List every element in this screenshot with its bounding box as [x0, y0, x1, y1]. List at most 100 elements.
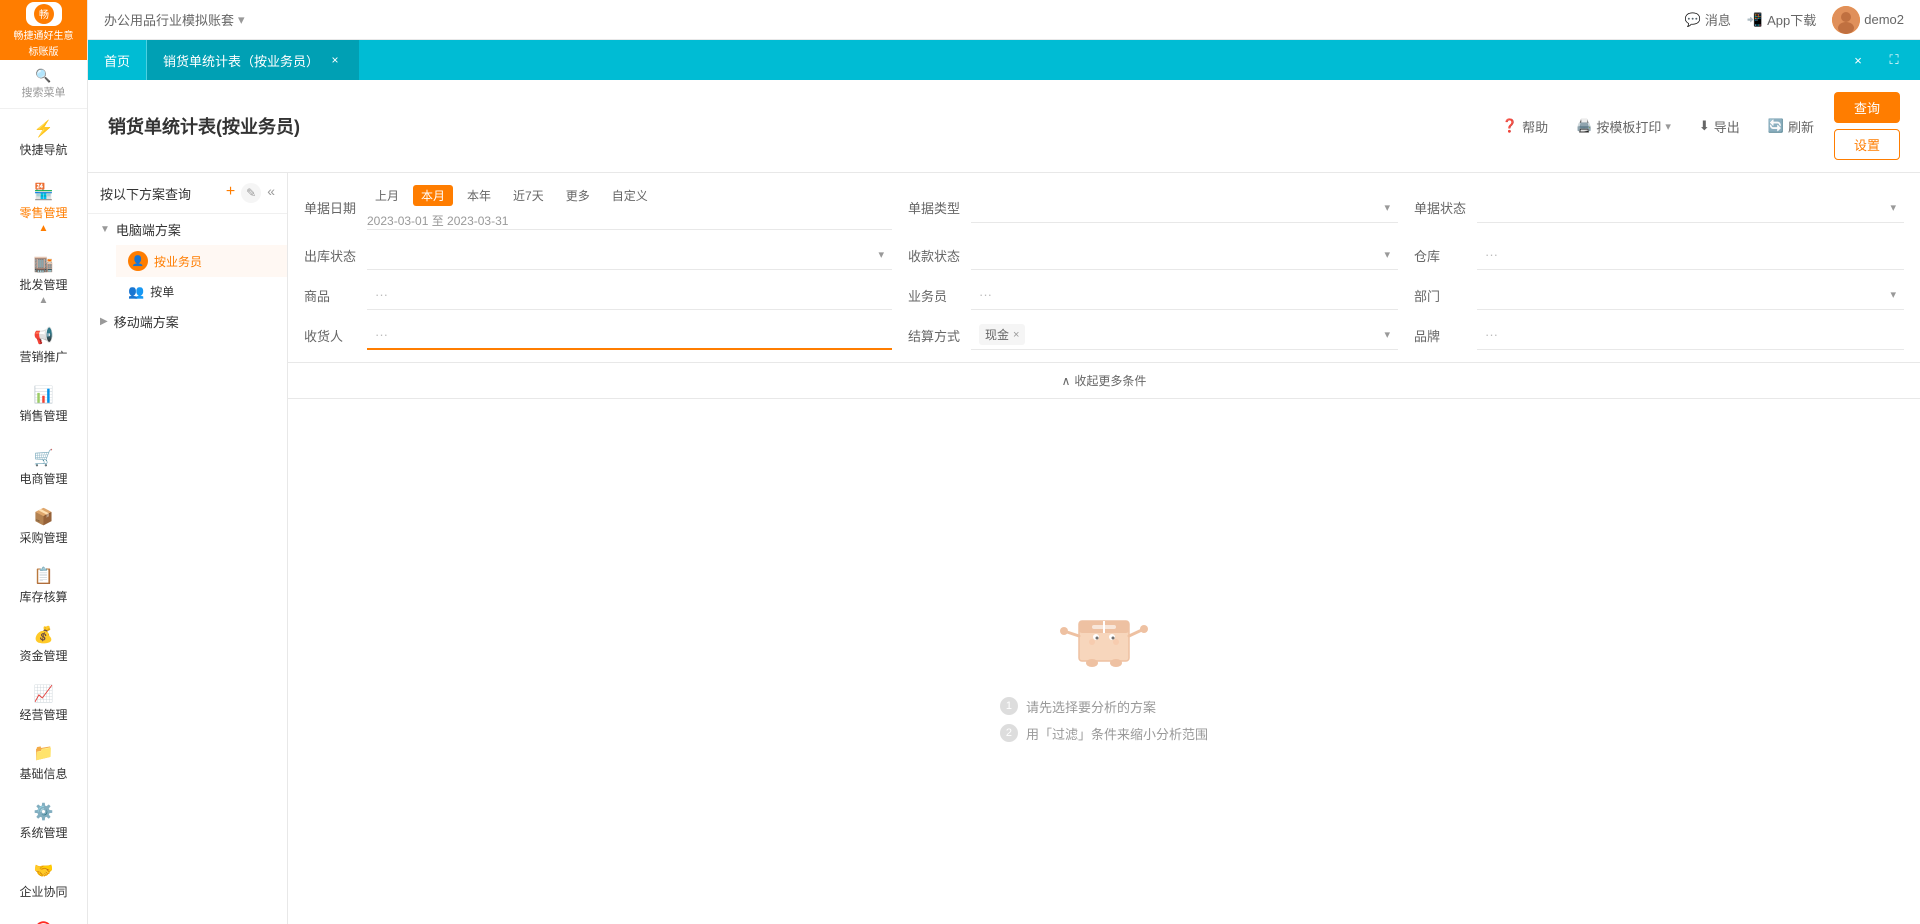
message-btn[interactable]: 💬 消息 [1685, 10, 1731, 29]
avatar [1832, 6, 1860, 34]
edit-scheme-btn[interactable]: ✎ [241, 183, 261, 203]
user-profile[interactable]: demo2 [1832, 6, 1904, 34]
brand-label: 品牌 [1414, 326, 1469, 345]
wholesale-icon: 🏬 [34, 254, 54, 274]
payment-select[interactable]: ▾ [971, 240, 1398, 270]
workspace-dropdown[interactable]: 办公用品行业模拟账套 ▾ [104, 10, 245, 29]
page-actions: ❓ 帮助 🖨️ 按模板打印 ▾ ⬇ 导出 🔄 刷新 查询 [1494, 92, 1900, 160]
department-select[interactable]: ▾ [1477, 280, 1904, 310]
left-panel: 按以下方案查询 + ✎ « ▼ 电脑端方案 👤 按业务员 [88, 173, 288, 924]
sidebar-item-ecommerce[interactable]: 🛒 电商管理 [0, 438, 87, 497]
sidebar-item-retail[interactable]: 🏪 零售管理 ▲ [0, 172, 87, 244]
query-btn-area: 查询 设置 [1834, 92, 1900, 160]
tree-item-by-salesperson[interactable]: 👤 按业务员 [116, 245, 287, 277]
ecommerce-icon: 🛒 [34, 448, 54, 468]
settlement-select[interactable]: 现金 × ▾ [971, 320, 1398, 350]
sidebar-item-label: 系统管理 [19, 824, 67, 841]
collapse-icon: ∧ [1062, 374, 1071, 388]
tree-item-desktop[interactable]: ▼ 电脑端方案 [88, 214, 287, 245]
department-label: 部门 [1414, 286, 1469, 305]
date-btn-last-month[interactable]: 上月 [367, 185, 407, 206]
sidebar-item-wholesale[interactable]: 🏬 批发管理 ▲ [0, 244, 87, 316]
filter-receiver: 收货人 ··· [304, 320, 892, 350]
type-select[interactable]: ▾ [971, 193, 1398, 223]
window-close-btn[interactable]: × [1844, 46, 1872, 74]
type-label: 单据类型 [908, 198, 963, 217]
tip-1-text: 请先选择要分析的方案 [1026, 697, 1156, 716]
sales-icon: 📊 [34, 385, 54, 405]
panel-header: 按以下方案查询 + ✎ « [88, 173, 287, 214]
date-btn-7days[interactable]: 近7天 [505, 185, 552, 206]
query-button[interactable]: 查询 [1834, 92, 1900, 123]
out-status-chevron: ▾ [878, 248, 884, 261]
sidebar-item-beginner[interactable]: 🎯 新手引导 [0, 910, 87, 924]
receiver-input[interactable]: ··· [367, 320, 892, 350]
page-header: 销货单统计表(按业务员) ❓ 帮助 🖨️ 按模板打印 ▾ ⬇ 导出 🔄 刷新 [88, 80, 1920, 173]
sidebar-item-label: 库存核算 [19, 588, 67, 605]
tab-active[interactable]: 销货单统计表（按业务员） × [147, 40, 359, 80]
sidebar-item-basic-info[interactable]: 📁 基础信息 [0, 733, 87, 792]
user-name: demo2 [1864, 12, 1904, 27]
brand-select[interactable]: ··· [1477, 320, 1904, 350]
tip-2: 2 用「过滤」条件来缩小分析范围 [1000, 724, 1208, 743]
sidebar-item-finance[interactable]: 💰 资金管理 [0, 615, 87, 674]
sidebar-item-quick-nav[interactable]: ⚡ 快捷导航 [0, 109, 87, 168]
refresh-label: 刷新 [1788, 117, 1814, 136]
marketing-icon: 📢 [34, 326, 54, 346]
settlement-tag-close[interactable]: × [1013, 329, 1019, 341]
filter-row-2: 出库状态 ▾ 收款状态 ▾ [304, 240, 1904, 270]
help-icon: ❓ [1502, 118, 1518, 134]
tab-home[interactable]: 首页 [88, 40, 147, 80]
sidebar-item-purchase[interactable]: 📦 采购管理 [0, 497, 87, 556]
collapse-btn[interactable]: ∧ 收起更多条件 [1052, 369, 1157, 392]
refresh-btn[interactable]: 🔄 刷新 [1760, 113, 1822, 140]
app-sub: 标账版 [29, 43, 59, 58]
add-scheme-btn[interactable]: + [226, 183, 235, 203]
date-btn-custom[interactable]: 自定义 [604, 185, 656, 206]
operations-icon: 📈 [34, 684, 54, 704]
tip-num-2: 2 [1000, 724, 1018, 742]
sidebar-item-label: 资金管理 [19, 647, 67, 664]
sidebar-item-system[interactable]: ⚙️ 系统管理 [0, 792, 87, 851]
app-download-btn[interactable]: 📲 App下载 [1747, 10, 1816, 29]
sidebar-item-sales[interactable]: 📊 销售管理 [0, 375, 87, 434]
salesperson-select[interactable]: ··· [971, 280, 1398, 310]
sidebar-item-inventory[interactable]: 📋 库存核算 [0, 556, 87, 615]
date-btn-this-month[interactable]: 本月 [413, 185, 453, 206]
print-btn[interactable]: 🖨️ 按模板打印 ▾ [1568, 113, 1679, 140]
settings-button[interactable]: 设置 [1834, 129, 1900, 160]
sidebar-item-operations[interactable]: 📈 经营管理 [0, 674, 87, 733]
export-btn[interactable]: ⬇ 导出 [1691, 113, 1748, 140]
sidebar-item-enterprise[interactable]: 🤝 企业协同 [0, 851, 87, 910]
topbar-left: 办公用品行业模拟账套 ▾ [104, 10, 245, 29]
tab-close-btn[interactable]: × [327, 52, 343, 68]
date-btn-this-year[interactable]: 本年 [459, 185, 499, 206]
tree-item-by-order[interactable]: 👥 按单 [116, 277, 287, 306]
sidebar-item-label: 快捷导航 [19, 141, 67, 158]
refresh-icon: 🔄 [1768, 118, 1784, 134]
filter-warehouse: 仓库 ··· [1414, 240, 1904, 270]
filter-area: 单据日期 上月 本月 本年 近7天 更多 自定义 20 [288, 173, 1920, 363]
filter-settlement: 结算方式 现金 × ▾ [908, 320, 1398, 350]
out-status-select[interactable]: ▾ [367, 240, 892, 270]
sidebar-item-marketing[interactable]: 📢 营销推广 [0, 316, 87, 375]
status-select[interactable]: ▾ [1477, 193, 1904, 223]
collapse-panel-btn[interactable]: « [267, 183, 275, 203]
date-btn-more[interactable]: 更多 [558, 185, 598, 206]
warehouse-select[interactable]: ··· [1477, 240, 1904, 270]
help-btn[interactable]: ❓ 帮助 [1494, 113, 1556, 140]
search-menu[interactable]: 🔍 搜索菜单 [0, 60, 87, 109]
filter-goods: 商品 ··· [304, 280, 892, 310]
goods-select[interactable]: ··· [367, 280, 892, 310]
window-expand-btn[interactable]: ⛶ [1880, 46, 1908, 74]
order-icon: 👥 [128, 284, 144, 300]
empty-tips: 1 请先选择要分析的方案 2 用「过滤」条件来缩小分析范围 [1000, 697, 1208, 743]
tree-expand-icon: ▶ [100, 316, 108, 327]
topbar: 办公用品行业模拟账套 ▾ 💬 消息 📲 App下载 demo2 [88, 0, 1920, 40]
export-label: 导出 [1714, 117, 1740, 136]
date-picker: 上月 本月 本年 近7天 更多 自定义 2023-03-01 至 2023-03… [367, 185, 892, 230]
quick-nav-icon: ⚡ [34, 119, 54, 139]
app-logo: 畅 畅捷通好生意 标账版 [0, 0, 88, 60]
workspace-chevron: ▾ [238, 12, 245, 28]
tree-item-mobile[interactable]: ▶ 移动端方案 [88, 306, 287, 337]
